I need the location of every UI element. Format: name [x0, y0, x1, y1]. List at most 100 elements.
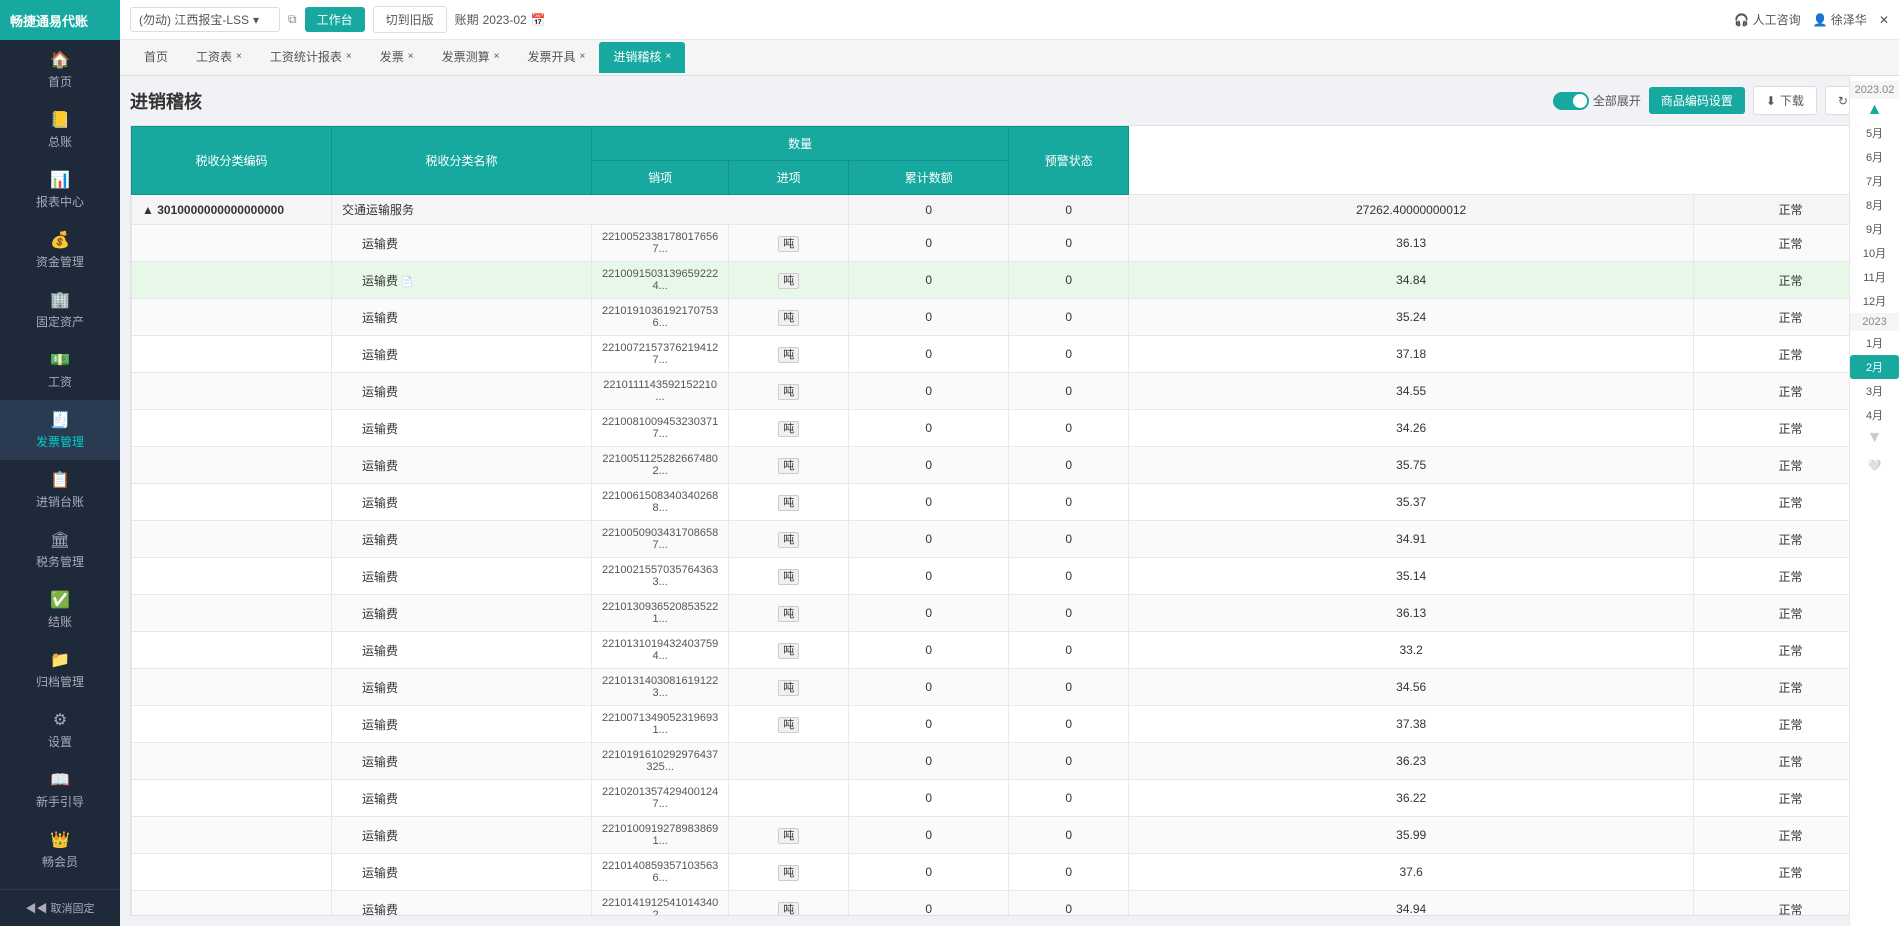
table-row[interactable]: 运输费2210131403081619122 3...吨0034.56正常 [132, 669, 1888, 706]
cal-month-8[interactable]: 8月 [1850, 193, 1889, 217]
cell-sale: 0 [849, 225, 1009, 262]
sidebar-item-archive[interactable]: 📁 归档管理 [0, 640, 120, 700]
table-row[interactable]: 运输费2210201357429400124 7...0036.22正常 [132, 780, 1888, 817]
cal-month-12[interactable]: 12月 [1850, 289, 1889, 313]
cell-tax-id: 2210061508340340268 8... [592, 484, 729, 521]
table-row[interactable]: 运输费2210100919278983869 1...吨0035.99正常 [132, 817, 1888, 854]
table-row[interactable]: 运输费2210051125282667480 2...吨0035.75正常 [132, 447, 1888, 484]
col-tax-code: 税收分类编码 [132, 127, 332, 195]
period-selector[interactable]: 账期 2023-02 📅 [455, 11, 546, 28]
cell-code-empty [132, 632, 332, 669]
cell-tax-id: 2210052338178017656 7... [592, 225, 729, 262]
sidebar-item-member[interactable]: 👑 畅会员 [0, 820, 120, 880]
tab-salary-stats[interactable]: 工资统计报表 × [256, 42, 366, 73]
tab-close-reconcile[interactable]: × [665, 51, 671, 62]
cell-cumulative: 35.99 [1129, 817, 1694, 854]
cell-sale: 0 [849, 780, 1009, 817]
tab-close-invoice-open[interactable]: × [579, 51, 585, 62]
sidebar-item-settings[interactable]: ⚙ 设置 [0, 700, 120, 760]
expand-toggle[interactable]: 全部展开 [1553, 92, 1641, 110]
cell-item-name: 运输费 [332, 780, 592, 817]
company-selector[interactable]: (勿动) 江西报宝-LSS ▾ [130, 7, 280, 32]
cal-down-arrow[interactable]: ▼ [1865, 427, 1885, 449]
cal-month-11[interactable]: 11月 [1850, 265, 1889, 289]
top-bar: (勿动) 江西报宝-LSS ▾ ⧉ 工作台 切到旧版 账期 2023-02 📅 … [120, 0, 1899, 40]
sidebar-item-fund[interactable]: 💰 资金管理 [0, 220, 120, 280]
table-row[interactable]: 运输费2210071349052319693 1...吨0037.38正常 [132, 706, 1888, 743]
table-row[interactable]: 运输费2210191610292976437 325...0036.23正常 [132, 743, 1888, 780]
download-button[interactable]: ⬇ 下载 [1753, 86, 1817, 115]
sidebar-item-invoice[interactable]: 🧾 发票管理 [0, 400, 120, 460]
table-row[interactable]: ▲ 3010000000000000000交通运输服务0027262.40000… [132, 195, 1888, 225]
sidebar-item-settle[interactable]: ✅ 结账 [0, 580, 120, 640]
sidebar-item-asset[interactable]: 🏢 固定资产 [0, 280, 120, 340]
cal-month-3[interactable]: 3月 [1850, 379, 1889, 403]
tab-home-label: 首页 [144, 48, 168, 65]
toggle-switch[interactable] [1553, 92, 1589, 110]
table-row[interactable]: 运输费2210081009453230371 7...吨0034.26正常 [132, 410, 1888, 447]
cell-sale: 0 [849, 195, 1009, 225]
cell-cumulative: 36.13 [1129, 225, 1694, 262]
table-row[interactable]: 运输费2210052338178017656 7...吨0036.13正常 [132, 225, 1888, 262]
table-row[interactable]: 运输费2210021557035764363 3...吨0035.14正常 [132, 558, 1888, 595]
cell-sale: 0 [849, 817, 1009, 854]
table-row[interactable]: 运输费 📄2210091503139659222 4...吨0034.84正常 [132, 262, 1888, 299]
support-button[interactable]: 🎧 人工咨询 [1734, 11, 1800, 28]
cell-tax-id: 2210081009453230371 7... [592, 410, 729, 447]
cell-item-name: 运输费 [332, 373, 592, 410]
cal-month-9[interactable]: 9月 [1850, 217, 1889, 241]
user-menu[interactable]: 👤 徐泽华 [1813, 11, 1867, 28]
table-row[interactable]: 运输费2210050903431708658 7...吨0034.91正常 [132, 521, 1888, 558]
workspace-button[interactable]: 工作台 [305, 7, 365, 32]
tab-invoice-calc[interactable]: 发票测算 × [428, 42, 514, 73]
col-tax-name: 税收分类名称 [332, 127, 592, 195]
tab-close-invoice-calc[interactable]: × [494, 51, 500, 62]
table-row[interactable]: 运输费2210111143592152210 ...吨0034.55正常 [132, 373, 1888, 410]
sidebar-item-home[interactable]: 🏠 首页 [0, 40, 120, 100]
table-row[interactable]: 运输费2210140859357103563 6...吨0037.6正常 [132, 854, 1888, 891]
tab-reconcile[interactable]: 进销稽核 × [599, 42, 685, 73]
copy-icon[interactable]: ⧉ [288, 12, 297, 27]
table-row[interactable]: 运输费2210191036192170753 6...吨0035.24正常 [132, 299, 1888, 336]
cell-cumulative: 34.94 [1129, 891, 1694, 917]
cal-heart-icon[interactable]: 🤍 [1868, 459, 1882, 472]
table-row[interactable]: 运输费2210130936520853522 1...吨0036.13正常 [132, 595, 1888, 632]
switch-version-button[interactable]: 切到旧版 [373, 6, 447, 33]
cell-purchase: 0 [1009, 521, 1129, 558]
sidebar-item-report[interactable]: 📊 报表中心 [0, 160, 120, 220]
cal-month-5[interactable]: 5月 [1850, 125, 1889, 145]
cell-cumulative: 35.75 [1129, 447, 1694, 484]
cal-month-2-active[interactable]: 2月 [1850, 355, 1889, 379]
sidebar-item-purchase[interactable]: 📋 进销台账 [0, 460, 120, 520]
sidebar-item-tax[interactable]: 🏛 税务管理 [0, 520, 120, 580]
cal-month-6[interactable]: 6月 [1850, 145, 1889, 169]
cal-month-7[interactable]: 7月 [1850, 169, 1889, 193]
cell-item-name: 运输费 [332, 891, 592, 917]
table-row[interactable]: 运输费2210131019432403759 4...吨0033.2正常 [132, 632, 1888, 669]
sidebar-item-salary[interactable]: 💵 工资 [0, 340, 120, 400]
cell-cumulative: 36.13 [1129, 595, 1694, 632]
cell-cumulative: 33.2 [1129, 632, 1694, 669]
tab-close-salary[interactable]: × [236, 51, 242, 62]
table-row[interactable]: 运输费2210061508340340268 8...吨0035.37正常 [132, 484, 1888, 521]
tab-close-invoice[interactable]: × [408, 51, 414, 62]
tab-close-salary-stats[interactable]: × [346, 51, 352, 62]
cell-item-name: 运输费 [332, 521, 592, 558]
cal-month-10[interactable]: 10月 [1850, 241, 1889, 265]
company-name: (勿动) 江西报宝-LSS [139, 11, 249, 28]
cal-month-4[interactable]: 4月 [1850, 403, 1889, 427]
tab-home[interactable]: 首页 [130, 42, 182, 73]
close-button[interactable]: ✕ [1879, 13, 1889, 27]
cal-month-1[interactable]: 1月 [1850, 331, 1889, 355]
product-code-button[interactable]: 商品编码设置 [1649, 87, 1745, 114]
tab-invoice-open[interactable]: 发票开具 × [513, 42, 599, 73]
table-row[interactable]: 运输费2210072157376219412 7...吨0037.18正常 [132, 336, 1888, 373]
sidebar-item-ledger[interactable]: 📒 总账 [0, 100, 120, 160]
table-row[interactable]: 运输费2210141912541014340 2...吨0034.94正常 [132, 891, 1888, 917]
sidebar-item-guide[interactable]: 📖 新手引导 [0, 760, 120, 820]
unpin-button[interactable]: ◀◀ 取消固定 [0, 889, 120, 926]
cell-tag: 吨 [729, 706, 849, 743]
tab-invoice[interactable]: 发票 × [366, 42, 428, 73]
tab-salary-table[interactable]: 工资表 × [182, 42, 256, 73]
cell-code-empty [132, 743, 332, 780]
